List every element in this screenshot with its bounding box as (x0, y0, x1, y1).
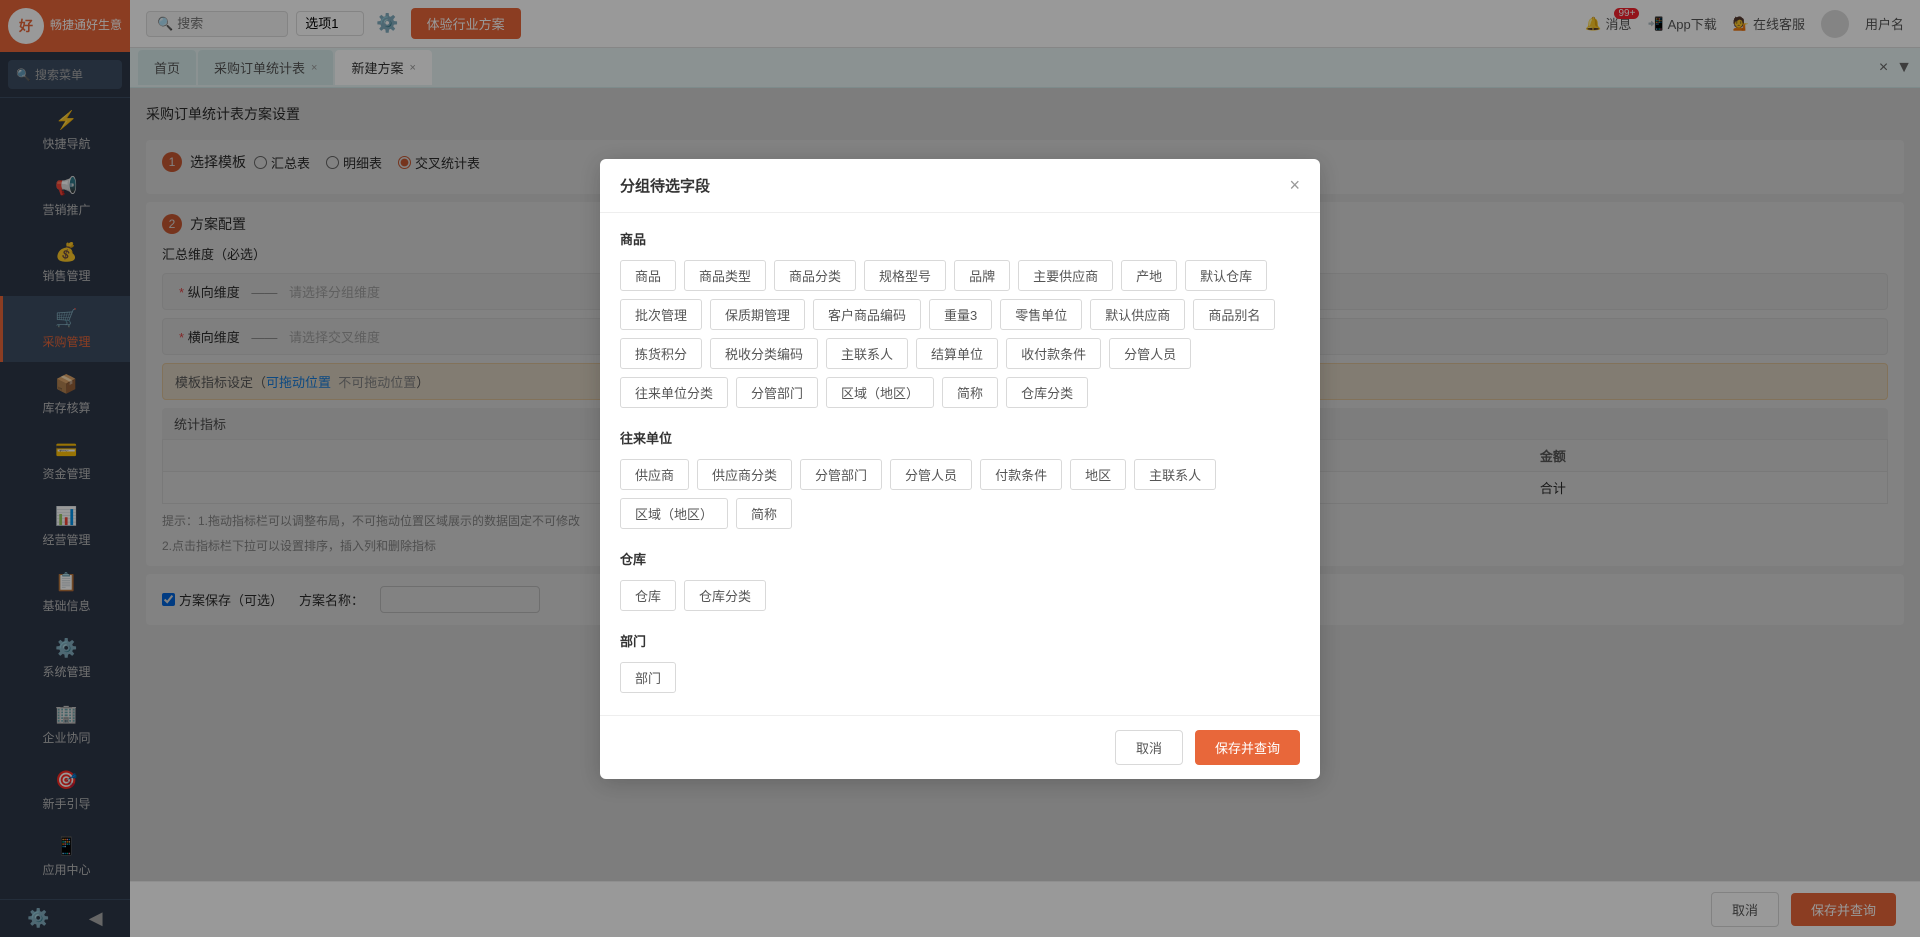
field-tag-weight3[interactable]: 重量3 (929, 299, 992, 330)
field-tag-product[interactable]: 商品 (620, 260, 676, 291)
field-tag-main-supplier[interactable]: 主要供应商 (1018, 260, 1113, 291)
field-tag-dept-person[interactable]: 分管人员 (890, 459, 972, 490)
field-tag-tax-code[interactable]: 税收分类编码 (710, 338, 818, 369)
field-tag-default-warehouse[interactable]: 默认仓库 (1185, 260, 1267, 291)
modal-footer: 取消 保存并查询 (600, 715, 1320, 779)
field-tag-pickup-points[interactable]: 拣货积分 (620, 338, 702, 369)
field-tags-warehouse: 仓库仓库分类 (620, 580, 1300, 611)
field-tag-contact[interactable]: 主联系人 (1134, 459, 1216, 490)
field-tag-shelf-life-mgmt[interactable]: 保质期管理 (710, 299, 805, 330)
field-tag-short2[interactable]: 简称 (736, 498, 792, 529)
field-tag-batch-mgmt[interactable]: 批次管理 (620, 299, 702, 330)
section-title-product: 商品 (620, 229, 1300, 248)
field-tag-dept-mgmt[interactable]: 分管部门 (736, 377, 818, 408)
field-tag-payment-terms[interactable]: 收付款条件 (1006, 338, 1101, 369)
field-tag-retail-unit[interactable]: 零售单位 (1000, 299, 1082, 330)
modal-cancel-button[interactable]: 取消 (1115, 730, 1183, 765)
section-product: 商品商品商品类型商品分类规格型号品牌主要供应商产地默认仓库批次管理保质期管理客户… (620, 229, 1300, 408)
field-tag-source-unit-category[interactable]: 往来单位分类 (620, 377, 728, 408)
field-tag-region[interactable]: 区域（地区） (826, 377, 934, 408)
field-tag-warehouse-category[interactable]: 仓库分类 (1006, 377, 1088, 408)
field-tag-main-contact[interactable]: 主联系人 (826, 338, 908, 369)
field-tag-customer-code[interactable]: 客户商品编码 (813, 299, 921, 330)
modal: 分组待选字段 × 商品商品商品类型商品分类规格型号品牌主要供应商产地默认仓库批次… (600, 159, 1320, 779)
field-tag-dept[interactable]: 分管部门 (800, 459, 882, 490)
field-tag-settle-unit[interactable]: 结算单位 (916, 338, 998, 369)
field-tag-short-name[interactable]: 简称 (942, 377, 998, 408)
section-title-warehouse: 仓库 (620, 549, 1300, 568)
modal-overlay: 分组待选字段 × 商品商品商品类型商品分类规格型号品牌主要供应商产地默认仓库批次… (0, 0, 1920, 937)
modal-header: 分组待选字段 × (600, 159, 1320, 213)
field-tag-wh[interactable]: 仓库 (620, 580, 676, 611)
field-tag-product-category[interactable]: 商品分类 (774, 260, 856, 291)
field-tag-supplier-category[interactable]: 供应商分类 (697, 459, 792, 490)
field-tag-brand[interactable]: 品牌 (954, 260, 1010, 291)
field-tag-spec-type[interactable]: 规格型号 (864, 260, 946, 291)
field-tags-product: 商品商品类型商品分类规格型号品牌主要供应商产地默认仓库批次管理保质期管理客户商品… (620, 260, 1300, 408)
field-tag-wh-cat[interactable]: 仓库分类 (684, 580, 766, 611)
modal-body[interactable]: 商品商品商品类型商品分类规格型号品牌主要供应商产地默认仓库批次管理保质期管理客户… (600, 213, 1320, 715)
field-tags-counterpart: 供应商供应商分类分管部门分管人员付款条件地区主联系人区域（地区） 简称 (620, 459, 1300, 529)
field-tags-department: 部门 (620, 662, 1300, 693)
section-department: 部门部门 (620, 631, 1300, 693)
field-tag-manager[interactable]: 分管人员 (1109, 338, 1191, 369)
field-tag-dept2[interactable]: 部门 (620, 662, 676, 693)
field-tag-origin[interactable]: 产地 (1121, 260, 1177, 291)
field-tag-product-type[interactable]: 商品类型 (684, 260, 766, 291)
section-title-department: 部门 (620, 631, 1300, 650)
modal-close-button[interactable]: × (1289, 175, 1300, 196)
section-counterpart: 往来单位供应商供应商分类分管部门分管人员付款条件地区主联系人区域（地区） 简称 (620, 428, 1300, 529)
field-tag-payment-cond[interactable]: 付款条件 (980, 459, 1062, 490)
field-tag-region3[interactable]: 区域（地区） (620, 498, 728, 529)
modal-title: 分组待选字段 (620, 175, 710, 196)
modal-confirm-button[interactable]: 保存并查询 (1195, 730, 1300, 765)
field-tag-alias[interactable]: 商品别名 (1193, 299, 1275, 330)
field-tag-supplier[interactable]: 供应商 (620, 459, 689, 490)
section-title-counterpart: 往来单位 (620, 428, 1300, 447)
field-tag-default-supplier[interactable]: 默认供应商 (1090, 299, 1185, 330)
field-tag-region2[interactable]: 地区 (1070, 459, 1126, 490)
section-warehouse: 仓库仓库仓库分类 (620, 549, 1300, 611)
